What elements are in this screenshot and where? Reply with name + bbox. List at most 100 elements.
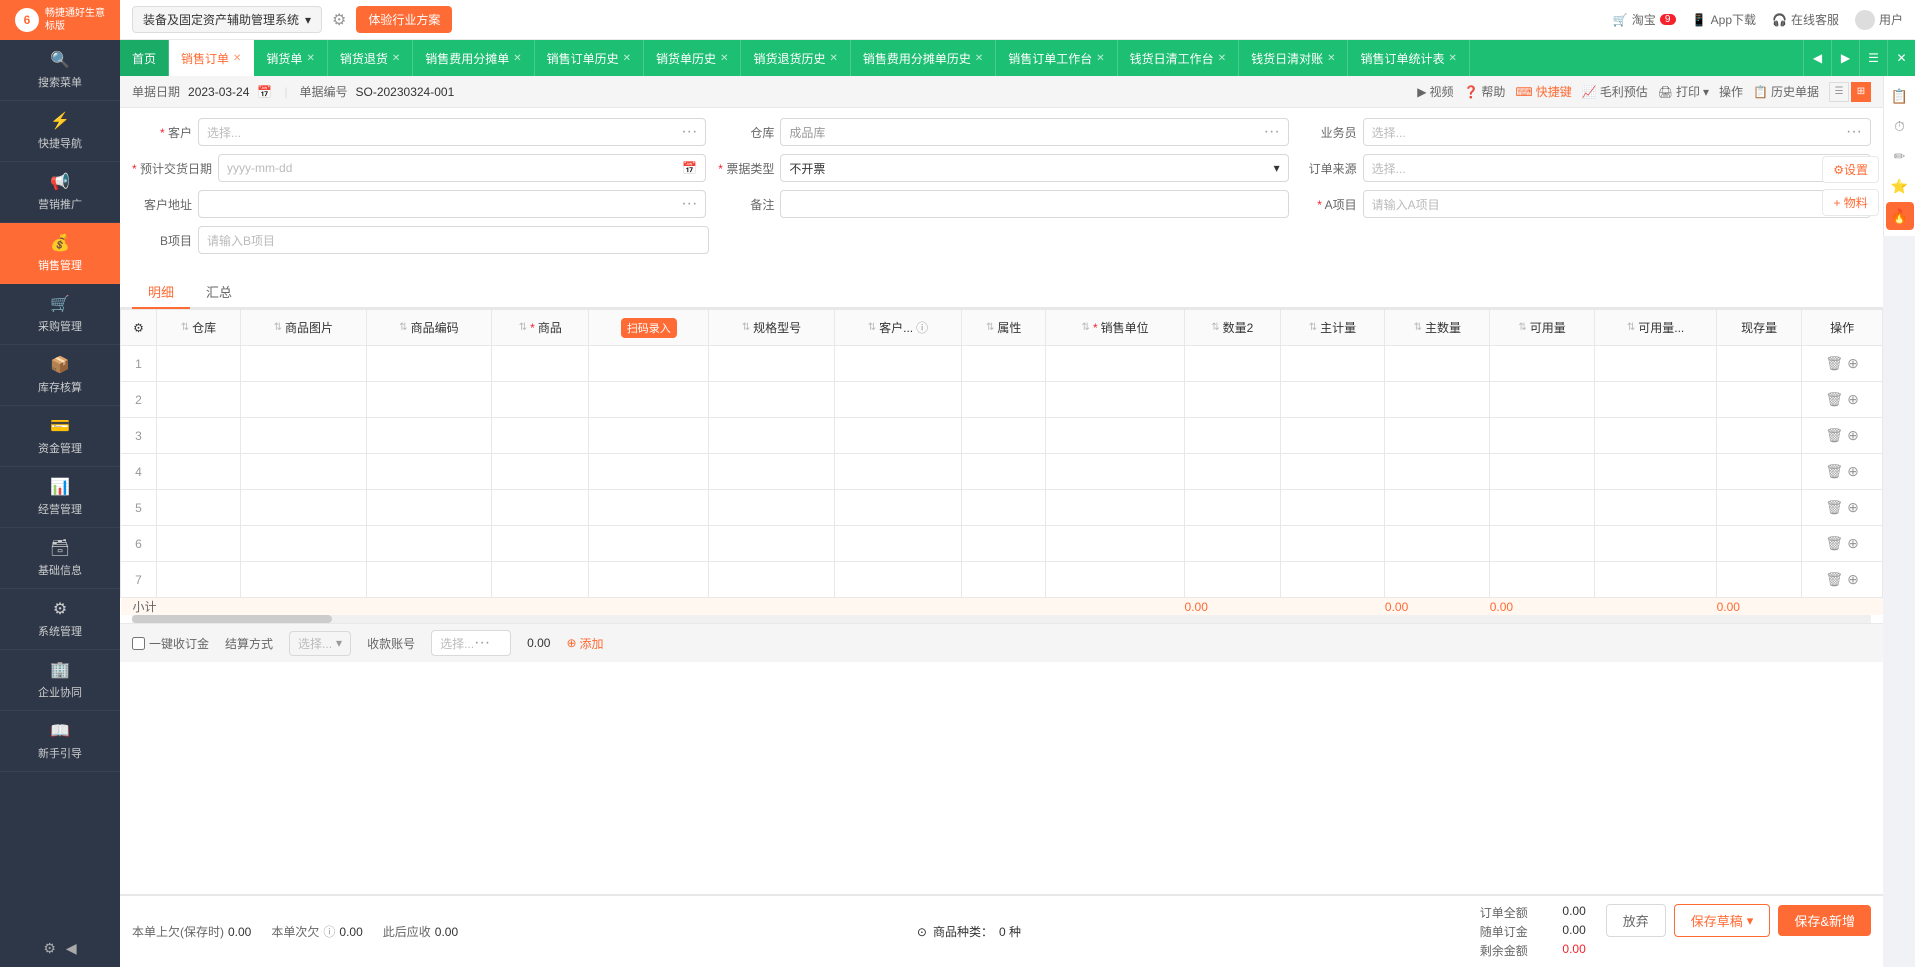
- cell-stock-5[interactable]: [1717, 490, 1802, 526]
- delivery-date-input[interactable]: yyyy-mm-dd 📅: [218, 154, 706, 182]
- cell-scan-5[interactable]: [589, 490, 709, 526]
- cell-attr-7[interactable]: [962, 562, 1046, 598]
- sidebar-collapse-icon[interactable]: ◀: [66, 940, 77, 957]
- user-item[interactable]: 用户: [1855, 10, 1903, 30]
- cell-mainunit-3[interactable]: [1280, 418, 1385, 454]
- cell-product-6[interactable]: [492, 526, 589, 562]
- delete-row-icon-1[interactable]: 🗑: [1825, 355, 1843, 372]
- cell-unit-5[interactable]: [1046, 490, 1185, 526]
- calendar-icon[interactable]: 📅: [257, 85, 272, 99]
- delete-row-icon-5[interactable]: 🗑: [1825, 499, 1843, 516]
- sort-icon[interactable]: ⇅: [1518, 322, 1526, 333]
- nav-expand-btn[interactable]: ☰: [1859, 40, 1887, 76]
- cell-product-4[interactable]: [492, 454, 589, 490]
- print-btn[interactable]: 🖨 打印 ▾: [1658, 83, 1709, 100]
- cell-warehouse-3[interactable]: [157, 418, 241, 454]
- sidebar-item-inventory[interactable]: 📦库存核算: [0, 345, 120, 406]
- delete-row-icon-6[interactable]: 🗑: [1825, 535, 1843, 552]
- nav-tab-daily-clear[interactable]: 钱货日清工作台✕: [1118, 40, 1239, 76]
- app-download-item[interactable]: 📱 App下载: [1692, 11, 1756, 28]
- sort-icon[interactable]: ⇅: [1309, 322, 1317, 333]
- sort-icon[interactable]: ⇅: [986, 322, 994, 333]
- copy-row-icon-4[interactable]: ⊕: [1847, 463, 1859, 480]
- cell-unit-2[interactable]: [1046, 382, 1185, 418]
- cell-product-1[interactable]: [492, 346, 589, 382]
- cell-unit-7[interactable]: [1046, 562, 1185, 598]
- settings-gear-icon[interactable]: ⚙: [332, 10, 346, 30]
- add-row-btn[interactable]: ⊕ 添加: [566, 635, 603, 652]
- cell-code-1[interactable]: [366, 346, 492, 382]
- system-title[interactable]: 装备及固定资产辅助管理系统 ▾: [132, 6, 322, 33]
- tab-close-cost-history[interactable]: ✕: [975, 53, 983, 64]
- cell-available-6[interactable]: [1490, 526, 1595, 562]
- cell-warehouse-4[interactable]: [157, 454, 241, 490]
- cell-img-3[interactable]: [240, 418, 366, 454]
- cell-scan-7[interactable]: [589, 562, 709, 598]
- notes-input[interactable]: [780, 190, 1288, 218]
- cell-attr-5[interactable]: [962, 490, 1046, 526]
- copy-row-icon-6[interactable]: ⊕: [1847, 535, 1859, 552]
- tab-close-sales-bill[interactable]: ✕: [306, 53, 314, 64]
- sidebar-item-enterprise[interactable]: 🏢企业协同: [0, 650, 120, 711]
- cell-spec-1[interactable]: [709, 346, 835, 382]
- sidebar-item-quick-nav[interactable]: ⚡快捷导航: [0, 101, 120, 162]
- cell-custcode-4[interactable]: [834, 454, 961, 490]
- cell-warehouse-1[interactable]: [157, 346, 241, 382]
- operation-btn[interactable]: 操作: [1719, 83, 1743, 100]
- one-click-checkbox[interactable]: 一键收订金: [132, 635, 209, 652]
- cell-scan-2[interactable]: [589, 382, 709, 418]
- cell-stock-4[interactable]: [1717, 454, 1802, 490]
- invoice-type-select[interactable]: 不开票 ▾: [780, 154, 1288, 182]
- nav-tab-return-history[interactable]: 销货退货历史✕: [741, 40, 850, 76]
- cell-spec-5[interactable]: [709, 490, 835, 526]
- right-sb-clock-icon[interactable]: ⏱: [1886, 112, 1914, 140]
- cell-qty2-4[interactable]: [1185, 454, 1281, 490]
- sort-icon[interactable]: ⇅: [274, 322, 282, 333]
- payment-method-select[interactable]: 选择... ▾: [289, 631, 351, 656]
- cell-code-7[interactable]: [366, 562, 492, 598]
- setup-btn[interactable]: ⚙设置: [1822, 156, 1879, 183]
- cell-qty2-2[interactable]: [1185, 382, 1281, 418]
- delete-row-icon-3[interactable]: 🗑: [1825, 427, 1843, 444]
- cell-scan-3[interactable]: [589, 418, 709, 454]
- cell-product-3[interactable]: [492, 418, 589, 454]
- cell-mainqty-7[interactable]: [1385, 562, 1490, 598]
- cell-stock-6[interactable]: [1717, 526, 1802, 562]
- customer-input[interactable]: 选择... ···: [198, 118, 706, 146]
- cell-mainunit-7[interactable]: [1280, 562, 1385, 598]
- online-service-item[interactable]: 🎧 在线客服: [1772, 11, 1839, 28]
- cell-available2-2[interactable]: [1594, 382, 1716, 418]
- sort-icon[interactable]: ⇅: [399, 322, 407, 333]
- nav-tab-cost-history[interactable]: 销售费用分摊单历史✕: [851, 40, 996, 76]
- cell-available2-7[interactable]: [1594, 562, 1716, 598]
- cell-qty2-6[interactable]: [1185, 526, 1281, 562]
- cell-img-1[interactable]: [240, 346, 366, 382]
- cell-mainunit-2[interactable]: [1280, 382, 1385, 418]
- cell-custcode-7[interactable]: [834, 562, 961, 598]
- cell-qty2-3[interactable]: [1185, 418, 1281, 454]
- scrollbar-thumb[interactable]: [132, 615, 332, 623]
- cell-code-6[interactable]: [366, 526, 492, 562]
- cell-qty2-7[interactable]: [1185, 562, 1281, 598]
- sidebar-item-system[interactable]: ⚙系统管理: [0, 589, 120, 650]
- cell-stock-2[interactable]: [1717, 382, 1802, 418]
- warehouse-input[interactable]: 成品库 ···: [780, 118, 1288, 146]
- copy-row-icon-3[interactable]: ⊕: [1847, 427, 1859, 444]
- tab-close-order-stats[interactable]: ✕: [1449, 53, 1457, 64]
- nav-tab-home[interactable]: 首页: [120, 40, 169, 76]
- tab-detail[interactable]: 明细: [132, 276, 190, 309]
- sort-icon[interactable]: ⇅: [181, 322, 189, 333]
- cell-product-5[interactable]: [492, 490, 589, 526]
- history-btn[interactable]: 📋 历史单据: [1753, 83, 1819, 100]
- sidebar-item-purchase[interactable]: 🛒采购管理: [0, 284, 120, 345]
- nav-tab-daily-reconcile[interactable]: 钱货日清对账✕: [1239, 40, 1348, 76]
- cell-spec-2[interactable]: [709, 382, 835, 418]
- order-source-select[interactable]: 选择... ▾: [1363, 154, 1871, 182]
- tab-summary[interactable]: 汇总: [190, 276, 248, 309]
- sidebar-item-sales[interactable]: 💰销售管理: [0, 223, 120, 284]
- cell-available-4[interactable]: [1490, 454, 1595, 490]
- cell-warehouse-2[interactable]: [157, 382, 241, 418]
- right-sb-edit-icon[interactable]: ✏: [1886, 142, 1914, 170]
- cell-available-5[interactable]: [1490, 490, 1595, 526]
- cell-img-4[interactable]: [240, 454, 366, 490]
